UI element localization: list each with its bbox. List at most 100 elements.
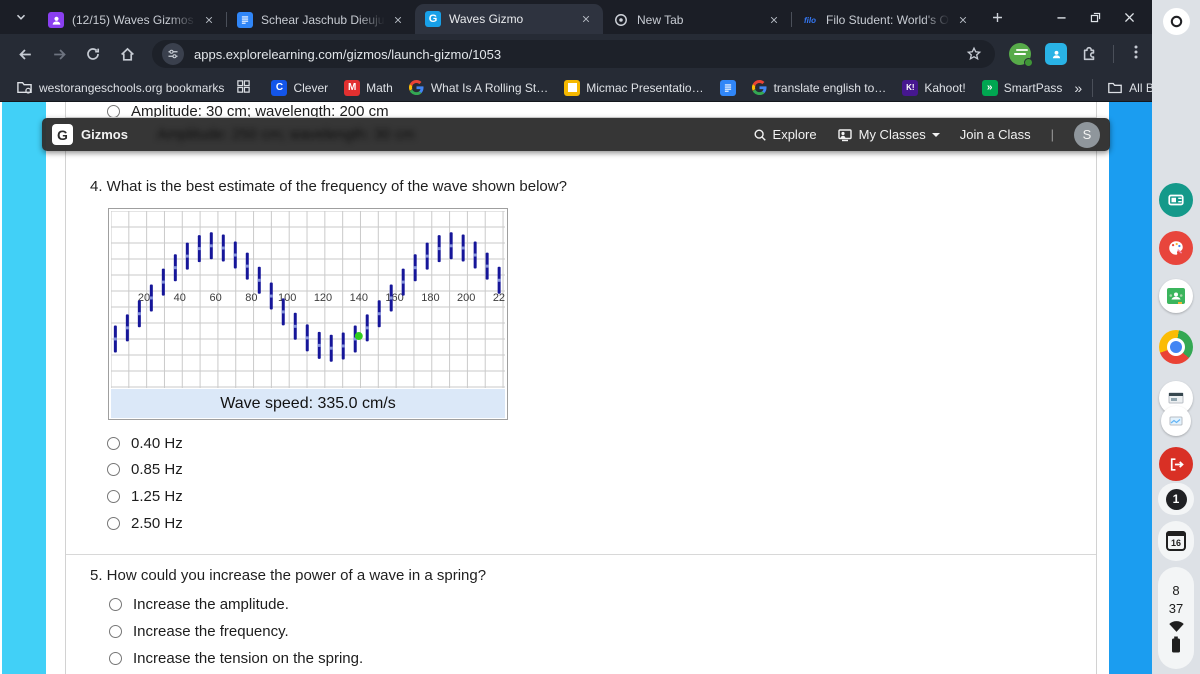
clock-minute: 37 (1168, 601, 1184, 616)
bookmarks-separator (1092, 78, 1094, 97)
tab-title: New Tab (637, 13, 684, 27)
extension-profile-icon[interactable] (1045, 43, 1067, 65)
google-g-icon (409, 80, 425, 96)
option-label: 0.40 Hz (131, 435, 183, 452)
forward-icon (53, 48, 66, 60)
search-icon (754, 128, 766, 141)
back-icon (18, 48, 31, 60)
new-tab-button[interactable] (984, 4, 1010, 30)
avatar[interactable]: S (1074, 121, 1100, 148)
gizmos-brand[interactable]: Gizmos (81, 127, 128, 142)
tab-close-icon[interactable] (765, 11, 783, 29)
gizmos-nav-right: Explore My Classes Join a Class | S (753, 121, 1100, 148)
tab-close-icon[interactable] (200, 11, 218, 29)
svg-text:220: 220 (493, 292, 505, 304)
bookmark-math[interactable]: M Math (340, 78, 397, 98)
bookmark-micmac[interactable]: Micmac Presentatio… (560, 78, 707, 98)
kahoot-icon: K! (902, 79, 919, 96)
bookmarks-overflow-button[interactable]: » (1074, 80, 1082, 96)
svg-text:200: 200 (457, 292, 475, 304)
restore-icon (1090, 12, 1100, 22)
option-q4-2[interactable]: 0.85 Hz (107, 461, 183, 478)
page-right-accent (1109, 102, 1152, 674)
bookmark-label: westorangeschools.org bookmarks (39, 80, 225, 95)
forward-button[interactable] (44, 39, 74, 69)
bookmark-smartpass[interactable]: » SmartPass (978, 78, 1067, 98)
bookmark-managed-folder[interactable]: westorangeschools.org bookmarks (12, 77, 228, 98)
bookmark-kahoot[interactable]: K! Kahoot! (898, 78, 969, 98)
yellow-square-icon (564, 79, 581, 96)
explore-button[interactable]: Explore (753, 127, 817, 142)
home-button[interactable] (112, 39, 142, 69)
address-bar[interactable]: apps.explorelearning.com/gizmos/launch-g… (152, 40, 995, 68)
nav-separator: | (1050, 127, 1054, 142)
shelf-status-button[interactable] (1163, 8, 1190, 35)
option-q4-3[interactable]: 1.25 Hz (107, 488, 183, 505)
tab-close-icon[interactable] (954, 11, 972, 29)
reload-button[interactable] (78, 39, 108, 69)
option-q5-2[interactable]: Increase the frequency. (109, 623, 289, 640)
radio-button[interactable] (107, 490, 120, 503)
tab-waves-gizmos-quiz[interactable]: (12/15) Waves Gizmos (38, 6, 226, 34)
radio-button[interactable] (107, 517, 120, 530)
shelf-signout-button[interactable] (1159, 447, 1193, 481)
site-settings-icon[interactable] (162, 43, 184, 65)
bookmark-label: Kahoot! (924, 80, 966, 95)
restore-button[interactable] (1082, 4, 1108, 30)
tab-strip: (12/15) Waves Gizmos Schear Jaschub Dieu… (0, 0, 1152, 34)
shelf-app-cards-icon[interactable] (1159, 183, 1193, 217)
tab-title: (12/15) Waves Gizmos (72, 13, 194, 27)
bookmark-clever[interactable]: C Clever (267, 78, 332, 98)
shelf-app-chrome-icon[interactable] (1159, 330, 1193, 364)
close-window-button[interactable] (1116, 4, 1142, 30)
quiz-panel-left-border (65, 102, 66, 674)
shelf-app-palette-icon[interactable] (1159, 231, 1193, 265)
math-m-icon: M (344, 79, 361, 96)
option-q5-3[interactable]: Increase the tension on the spring. (109, 650, 363, 667)
back-button[interactable] (10, 39, 40, 69)
radio-button[interactable] (107, 437, 120, 450)
status-tray[interactable]: 8 37 (1158, 567, 1194, 669)
minimize-icon (1056, 16, 1066, 19)
bookmark-doc[interactable] (716, 78, 740, 98)
caret-down-icon (931, 132, 940, 141)
option-q4-4[interactable]: 2.50 Hz (107, 515, 183, 532)
radio-button[interactable] (109, 652, 122, 665)
option-q5-1[interactable]: Increase the amplitude. (109, 596, 289, 613)
shelf-app-classroom-icon[interactable] (1159, 279, 1193, 313)
gizmos-navbar: G Gizmos Amplitude: 250 cm; wavelength: … (42, 118, 1110, 151)
svg-text:80: 80 (245, 292, 257, 304)
bookmark-rolling-st[interactable]: What Is A Rolling St… (405, 78, 552, 98)
my-classes-button[interactable]: My Classes (837, 127, 940, 143)
radio-button[interactable] (109, 598, 122, 611)
bookmark-translate[interactable]: translate english to… (748, 78, 891, 98)
option-label: 0.85 Hz (131, 461, 183, 478)
extension-green-icon[interactable] (1009, 43, 1033, 67)
wave-chart: 20406080100120140160180200220 Wave speed… (108, 208, 508, 420)
option-q4-1[interactable]: 0.40 Hz (107, 435, 183, 452)
tab-close-icon[interactable] (389, 11, 407, 29)
minimize-button[interactable] (1048, 4, 1074, 30)
gizmos-g-icon: G (425, 11, 441, 27)
apps-grid-button[interactable] (236, 79, 251, 97)
radio-button[interactable] (107, 463, 120, 476)
tab-filo-student[interactable]: filo Filo Student: World's Only Li (792, 6, 980, 34)
radio-button[interactable] (109, 625, 122, 638)
shelf-window-preview-2[interactable] (1161, 406, 1191, 436)
battery-icon (1172, 636, 1180, 653)
join-class-button[interactable]: Join a Class (960, 127, 1031, 142)
calendar-pill[interactable]: 16 (1158, 521, 1194, 561)
tab-schear-doc[interactable]: Schear Jaschub Dieujuste - (227, 6, 415, 34)
bookmark-star-button[interactable] (963, 43, 985, 65)
classes-icon (837, 128, 852, 141)
tab-search-button[interactable] (6, 3, 36, 31)
browser-menu-button[interactable] (1128, 44, 1144, 65)
tab-waves-gizmo-active[interactable]: G Waves Gizmo (415, 4, 603, 34)
tab-new-tab[interactable]: New Tab (603, 6, 791, 34)
tab-close-icon[interactable] (577, 10, 595, 28)
notification-pill[interactable]: 1 (1158, 483, 1194, 515)
screen: (12/15) Waves Gizmos Schear Jaschub Dieu… (0, 0, 1200, 674)
google-g-icon (752, 80, 768, 96)
extensions-puzzle-button[interactable] (1081, 43, 1099, 66)
svg-text:160: 160 (385, 292, 403, 304)
